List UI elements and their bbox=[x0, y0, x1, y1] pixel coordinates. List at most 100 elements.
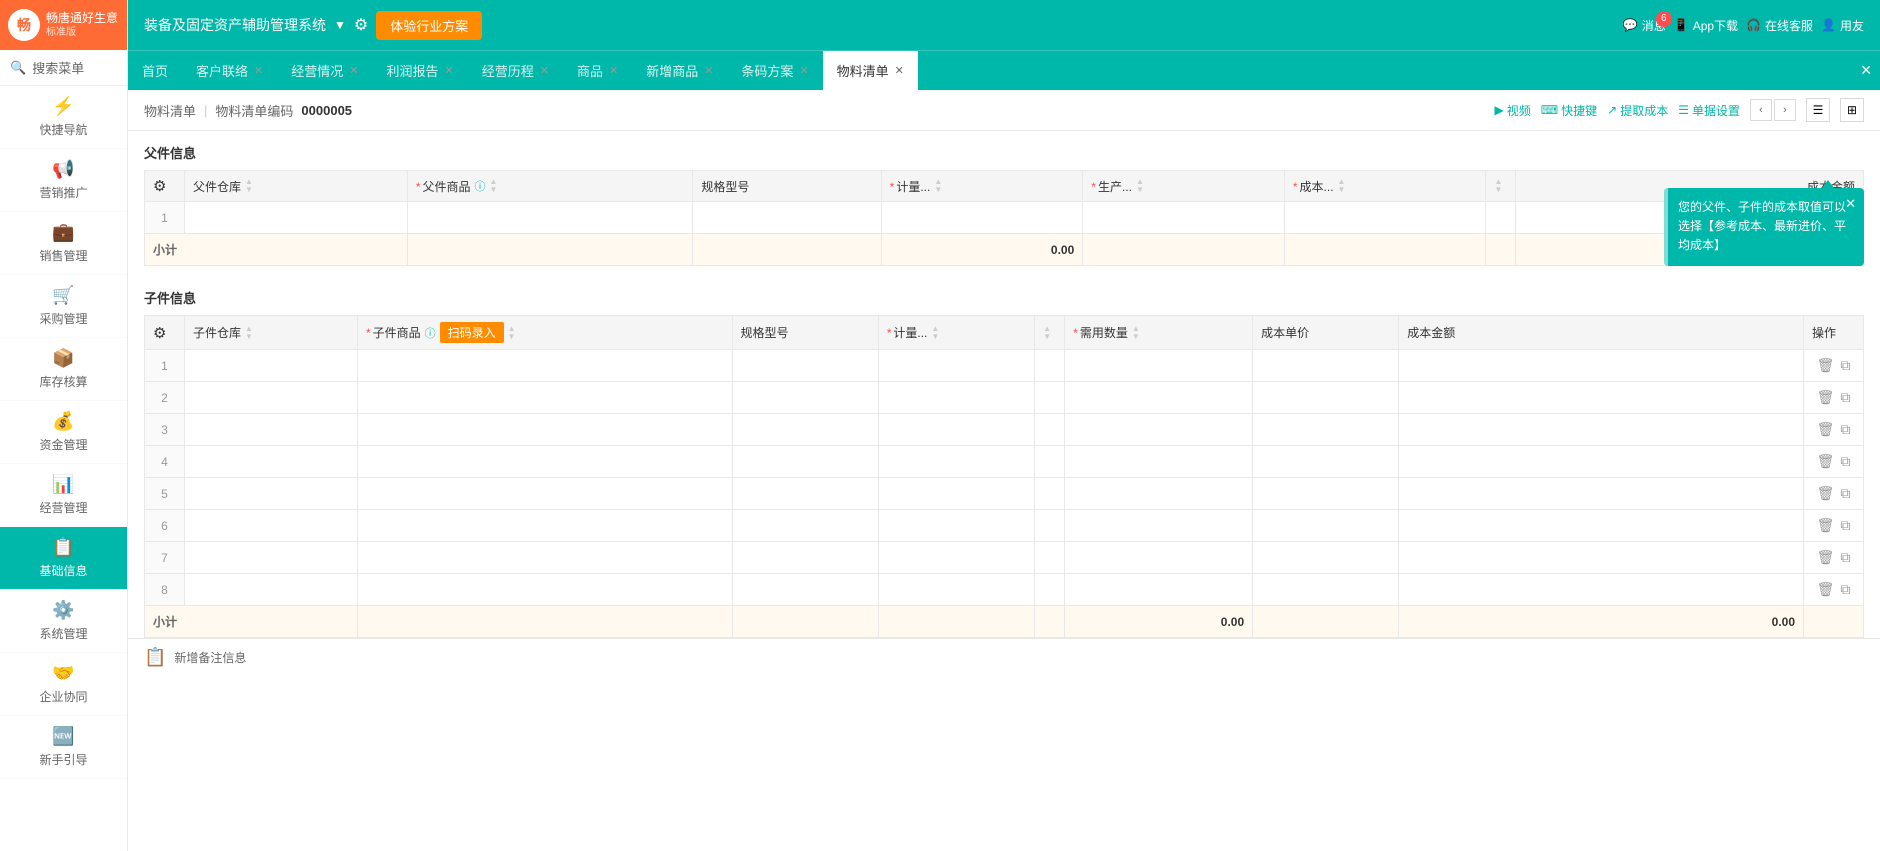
top-header: 装备及固定资产辅助管理系统 ▼ ⚙ 体验行业方案 💬 6 消息 📱 App下载 … bbox=[128, 0, 1880, 50]
child-quantity-1[interactable] bbox=[878, 350, 1034, 382]
tab-customer[interactable]: 客户联络 ✕ bbox=[182, 51, 277, 91]
sidebar-item-sales[interactable]: 💼 销售管理 bbox=[0, 212, 127, 275]
copy-row-3-icon[interactable]: ⧉ bbox=[1840, 421, 1850, 438]
delete-row-8-icon[interactable]: 🗑 bbox=[1817, 581, 1835, 598]
parent-spec-cell[interactable] bbox=[693, 202, 881, 234]
parent-subtotal-label: 小计 bbox=[145, 234, 408, 266]
online-service-button[interactable]: 🎧 在线客服 bbox=[1746, 17, 1813, 34]
shortcut-action[interactable]: ⌨ 快捷键 bbox=[1541, 102, 1597, 119]
child-table-row: 7 🗑⧉ bbox=[145, 542, 1864, 574]
close-history-tab-icon[interactable]: ✕ bbox=[540, 64, 549, 77]
parent-quantity-cell[interactable] bbox=[881, 202, 1083, 234]
tab-bom[interactable]: 物料清单 ✕ bbox=[823, 51, 918, 91]
tab-home[interactable]: 首页 bbox=[128, 51, 182, 91]
settings-button[interactable]: ⚙ bbox=[354, 15, 368, 35]
child-needed-qty-2[interactable] bbox=[1065, 382, 1253, 414]
parent-th-product: 父件商品 ⓘ ▲▼ bbox=[407, 171, 693, 202]
close-barcode-tab-icon[interactable]: ✕ bbox=[799, 64, 808, 77]
search-menu[interactable]: 🔍 搜索菜单 bbox=[0, 50, 127, 86]
sidebar-item-operations[interactable]: 📊 经营管理 bbox=[0, 464, 127, 527]
child-th-sort: ▲▼ bbox=[1035, 316, 1065, 350]
child-spec-2[interactable] bbox=[732, 382, 878, 414]
parent-th-settings[interactable]: ⚙ bbox=[145, 171, 185, 202]
child-section-title: 子件信息 bbox=[144, 288, 1864, 307]
sales-icon: 💼 bbox=[52, 222, 74, 243]
close-goods-tab-icon[interactable]: ✕ bbox=[609, 64, 618, 77]
sidebar-item-finance[interactable]: 💰 资金管理 bbox=[0, 401, 127, 464]
child-quantity-2[interactable] bbox=[878, 382, 1034, 414]
child-unit-cost-1[interactable] bbox=[1253, 350, 1399, 382]
list-view-button[interactable]: ⊞ bbox=[1840, 98, 1864, 122]
child-product-2[interactable] bbox=[357, 382, 732, 414]
close-bom-tab-icon[interactable]: ✕ bbox=[895, 64, 904, 77]
user-button[interactable]: 👤 用友 bbox=[1821, 17, 1864, 34]
delete-row-2-icon[interactable]: 🗑 bbox=[1817, 389, 1835, 406]
grid-view-button[interactable]: ☰ bbox=[1806, 98, 1830, 122]
close-new-goods-tab-icon[interactable]: ✕ bbox=[704, 64, 713, 77]
tooltip-close-icon[interactable]: ✕ bbox=[1845, 194, 1856, 215]
breadcrumb-bom[interactable]: 物料清单 bbox=[144, 101, 196, 120]
child-warehouse-2[interactable] bbox=[185, 382, 358, 414]
message-badge: 6 bbox=[1656, 11, 1672, 27]
copy-row-7-icon[interactable]: ⧉ bbox=[1840, 549, 1850, 566]
scan-input-button[interactable]: 扫码录入 bbox=[440, 322, 504, 343]
tab-operations[interactable]: 经营情况 ✕ bbox=[277, 51, 372, 91]
parent-product-cell[interactable] bbox=[407, 202, 693, 234]
sidebar-item-guide[interactable]: 🆕 新手引导 bbox=[0, 716, 127, 779]
child-product-1[interactable] bbox=[357, 350, 732, 382]
extract-icon: ↗ bbox=[1607, 103, 1617, 117]
tab-history[interactable]: 经营历程 ✕ bbox=[468, 51, 563, 91]
copy-row-2-icon[interactable]: ⧉ bbox=[1840, 389, 1850, 406]
trial-button[interactable]: 体验行业方案 bbox=[376, 11, 482, 40]
sidebar-item-system[interactable]: ⚙️ 系统管理 bbox=[0, 590, 127, 653]
tab-goods[interactable]: 商品 ✕ bbox=[563, 51, 632, 91]
close-all-tabs-button[interactable]: ✕ bbox=[1852, 62, 1880, 79]
child-warehouse-1[interactable] bbox=[185, 350, 358, 382]
tab-barcode[interactable]: 条码方案 ✕ bbox=[727, 51, 822, 91]
child-spec-1[interactable] bbox=[732, 350, 878, 382]
copy-row-1-icon[interactable]: ⧉ bbox=[1840, 357, 1850, 374]
sidebar-item-marketing[interactable]: 📢 营销推广 bbox=[0, 149, 127, 212]
delete-row-5-icon[interactable]: 🗑 bbox=[1817, 485, 1835, 502]
single-settings-action[interactable]: ☰ 单据设置 bbox=[1678, 102, 1740, 119]
message-button[interactable]: 💬 6 消息 bbox=[1623, 17, 1666, 34]
sidebar-item-enterprise[interactable]: 🤝 企业协同 bbox=[0, 653, 127, 716]
delete-row-7-icon[interactable]: 🗑 bbox=[1817, 549, 1835, 566]
child-needed-qty-1[interactable] bbox=[1065, 350, 1253, 382]
parent-warehouse-cell[interactable] bbox=[185, 202, 408, 234]
next-record-button[interactable]: › bbox=[1774, 99, 1796, 121]
view-action[interactable]: ▶ 视频 bbox=[1495, 102, 1531, 119]
child-cost-amount-1 bbox=[1399, 350, 1804, 382]
add-note-label[interactable]: 新增备注信息 bbox=[174, 649, 246, 666]
prev-record-button[interactable]: ‹ bbox=[1750, 99, 1772, 121]
copy-row-4-icon[interactable]: ⧉ bbox=[1840, 453, 1850, 470]
child-th-cost-amount: 成本金额 bbox=[1399, 316, 1804, 350]
sidebar-item-inventory[interactable]: 📦 库存核算 bbox=[0, 338, 127, 401]
tab-profit[interactable]: 利润报告 ✕ bbox=[372, 51, 467, 91]
parent-production-cell[interactable] bbox=[1083, 202, 1285, 234]
message-icon: 💬 bbox=[1623, 18, 1638, 32]
close-customer-tab-icon[interactable]: ✕ bbox=[254, 64, 263, 77]
parent-cost-cell[interactable] bbox=[1284, 202, 1486, 234]
close-profit-tab-icon[interactable]: ✕ bbox=[445, 64, 454, 77]
copy-row-5-icon[interactable]: ⧉ bbox=[1840, 485, 1850, 502]
sidebar-item-quick-nav[interactable]: ⚡ 快捷导航 bbox=[0, 86, 127, 149]
child-subtotal-needed-qty: 0.00 bbox=[1065, 606, 1253, 638]
delete-row-6-icon[interactable]: 🗑 bbox=[1817, 517, 1835, 534]
child-th-settings[interactable]: ⚙ bbox=[145, 316, 185, 350]
delete-row-1-icon[interactable]: 🗑 bbox=[1817, 357, 1835, 374]
copy-row-8-icon[interactable]: ⧉ bbox=[1840, 581, 1850, 598]
copy-row-6-icon[interactable]: ⧉ bbox=[1840, 517, 1850, 534]
sidebar-item-purchase[interactable]: 🛒 采购管理 bbox=[0, 275, 127, 338]
delete-row-3-icon[interactable]: 🗑 bbox=[1817, 421, 1835, 438]
page-header: 物料清单 | 物料清单编码 0000005 ▶ 视频 ⌨ 快捷键 ↗ 提取成本 … bbox=[128, 90, 1880, 131]
tab-new-goods[interactable]: 新增商品 ✕ bbox=[632, 51, 727, 91]
sidebar-item-basic-info[interactable]: 📋 基础信息 bbox=[0, 527, 127, 590]
close-operations-tab-icon[interactable]: ✕ bbox=[349, 64, 358, 77]
child-unit-cost-2[interactable] bbox=[1253, 382, 1399, 414]
child-subtotal-cost: 0.00 bbox=[1399, 606, 1804, 638]
extract-cost-action[interactable]: ↗ 提取成本 bbox=[1607, 102, 1668, 119]
app-download-button[interactable]: 📱 App下载 bbox=[1674, 17, 1738, 34]
child-table-row: 4 🗑⧉ bbox=[145, 446, 1864, 478]
delete-row-4-icon[interactable]: 🗑 bbox=[1817, 453, 1835, 470]
